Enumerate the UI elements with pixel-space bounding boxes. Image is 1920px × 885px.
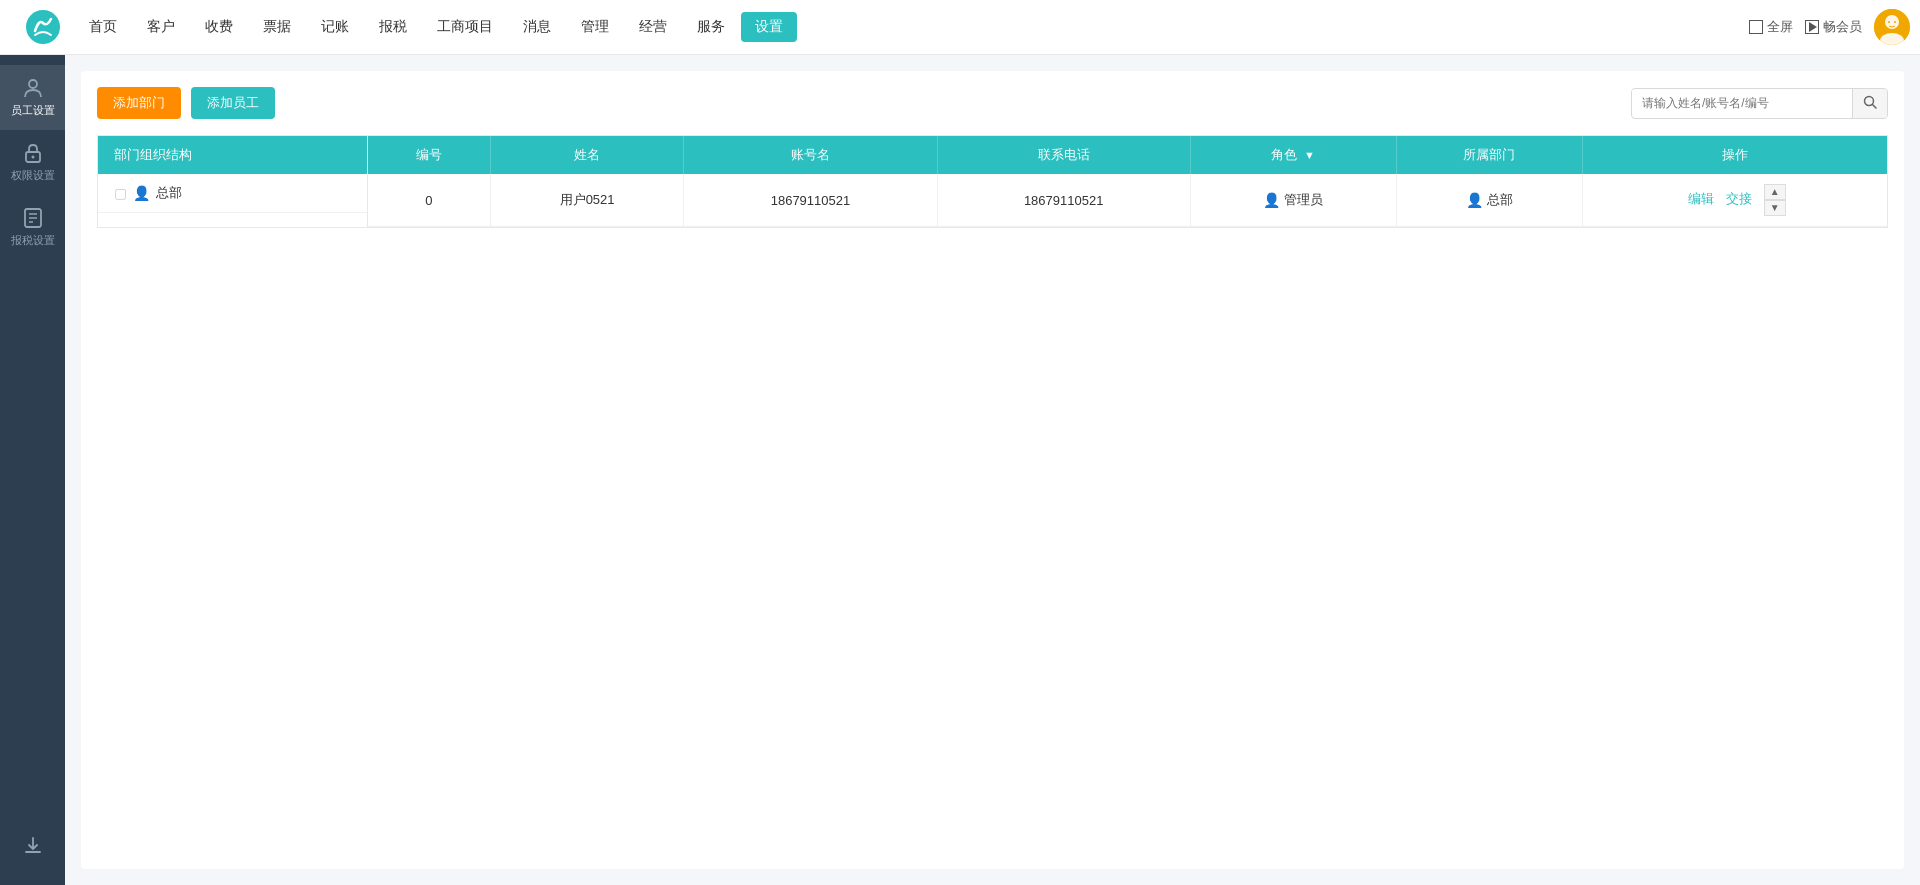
employee-icon bbox=[22, 77, 44, 99]
dept-tree-item-label: 总部 bbox=[156, 184, 182, 202]
transfer-button[interactable]: 交接 bbox=[1726, 191, 1752, 206]
fullscreen-button[interactable]: 全屏 bbox=[1749, 18, 1793, 36]
download-icon bbox=[22, 835, 44, 857]
table-row: 0 用户0521 18679110521 18679110521 👤 管理员 bbox=[368, 174, 1887, 227]
col-header-dept: 所属部门 bbox=[1396, 136, 1583, 174]
nav-item-tax[interactable]: 报税 bbox=[365, 12, 421, 42]
col-header-role[interactable]: 角色 ▼ bbox=[1190, 136, 1396, 174]
folder-icon: ▢ bbox=[114, 185, 127, 201]
sidebar-bottom bbox=[18, 823, 48, 885]
svg-point-8 bbox=[31, 156, 34, 159]
row-up-button[interactable]: ▲ bbox=[1764, 184, 1786, 200]
dept-user-icon: 👤 bbox=[133, 185, 150, 201]
add-department-button[interactable]: 添加部门 bbox=[97, 87, 181, 119]
svg-point-4 bbox=[1888, 21, 1890, 23]
svg-point-5 bbox=[1894, 21, 1896, 23]
tax-settings-icon bbox=[22, 207, 44, 229]
dept-label: 总部 bbox=[1487, 191, 1513, 209]
sidebar-item-employee[interactable]: 员工设置 bbox=[0, 65, 65, 130]
col-header-id: 编号 bbox=[368, 136, 490, 174]
content-inner: 添加部门 添加员工 部门组织结构 bbox=[81, 71, 1904, 869]
nav-item-customer[interactable]: 客户 bbox=[133, 12, 189, 42]
cell-id: 0 bbox=[368, 174, 490, 227]
left-sidebar: 员工设置 权限设置 报税设置 bbox=[0, 55, 65, 885]
sidebar-item-tax-settings[interactable]: 报税设置 bbox=[0, 195, 65, 260]
fullscreen-label: 全屏 bbox=[1767, 18, 1793, 36]
toolbar: 添加部门 添加员工 bbox=[97, 87, 1888, 119]
user-avatar[interactable] bbox=[1874, 9, 1910, 45]
nav-item-business[interactable]: 工商项目 bbox=[423, 12, 507, 42]
nav-item-operation[interactable]: 经营 bbox=[625, 12, 681, 42]
cell-role: 👤 管理员 bbox=[1190, 174, 1396, 227]
search-button[interactable] bbox=[1852, 89, 1887, 118]
emp-data-table: 编号 姓名 账号名 联系电话 角色 ▼ 所属部门 操作 bbox=[368, 136, 1887, 227]
svg-point-6 bbox=[29, 80, 37, 88]
cell-actions: 编辑 交接 ▲ ▼ bbox=[1583, 174, 1887, 227]
cell-dept: 👤 总部 bbox=[1396, 174, 1583, 227]
employee-table: 编号 姓名 账号名 联系电话 角色 ▼ 所属部门 操作 bbox=[368, 136, 1887, 227]
dept-user-icon: 👤 bbox=[1466, 192, 1483, 208]
content-area: 添加部门 添加员工 部门组织结构 bbox=[65, 55, 1920, 885]
nav-item-account[interactable]: 记账 bbox=[307, 12, 363, 42]
dept-tree-header: 部门组织结构 bbox=[98, 136, 367, 174]
dept-tree-item-root[interactable]: ▢ 👤 总部 bbox=[98, 174, 367, 213]
logo-icon bbox=[25, 9, 61, 45]
col-header-action: 操作 bbox=[1583, 136, 1887, 174]
svg-line-14 bbox=[1873, 104, 1877, 108]
sidebar-permission-label: 权限设置 bbox=[11, 168, 55, 183]
role-label: 管理员 bbox=[1284, 191, 1323, 209]
sidebar-tax-label: 报税设置 bbox=[11, 233, 55, 248]
sidebar-employee-label: 员工设置 bbox=[11, 103, 55, 118]
search-icon bbox=[1863, 95, 1877, 109]
row-scroll-controls: ▲ ▼ bbox=[1764, 184, 1786, 216]
sidebar-download-button[interactable] bbox=[18, 823, 48, 869]
col-header-account: 账号名 bbox=[684, 136, 937, 174]
edit-button[interactable]: 编辑 bbox=[1688, 191, 1714, 206]
member-button[interactable]: 畅会员 bbox=[1805, 18, 1862, 36]
top-nav: 首页 客户 收费 票据 记账 报税 工商项目 消息 管理 经营 服务 设置 全屏… bbox=[0, 0, 1920, 55]
table-header: 编号 姓名 账号名 联系电话 角色 ▼ 所属部门 操作 bbox=[368, 136, 1887, 174]
logo-area bbox=[10, 9, 75, 45]
nav-item-settings[interactable]: 设置 bbox=[741, 12, 797, 42]
nav-item-ticket[interactable]: 票据 bbox=[249, 12, 305, 42]
nav-items: 首页 客户 收费 票据 记账 报税 工商项目 消息 管理 经营 服务 设置 bbox=[75, 12, 1749, 42]
cell-account: 18679110521 bbox=[684, 174, 937, 227]
cell-phone: 18679110521 bbox=[937, 174, 1190, 227]
member-play-icon bbox=[1805, 20, 1819, 34]
sidebar-item-permission[interactable]: 权限设置 bbox=[0, 130, 65, 195]
search-input[interactable] bbox=[1632, 90, 1852, 116]
table-body: 0 用户0521 18679110521 18679110521 👤 管理员 bbox=[368, 174, 1887, 227]
nav-item-service[interactable]: 服务 bbox=[683, 12, 739, 42]
dept-tree: 部门组织结构 ▢ 👤 总部 bbox=[98, 136, 368, 227]
member-label: 畅会员 bbox=[1823, 18, 1862, 36]
nav-item-home[interactable]: 首页 bbox=[75, 12, 131, 42]
add-employee-button[interactable]: 添加员工 bbox=[191, 87, 275, 119]
nav-item-message[interactable]: 消息 bbox=[509, 12, 565, 42]
nav-item-fee[interactable]: 收费 bbox=[191, 12, 247, 42]
nav-right: 全屏 畅会员 bbox=[1749, 9, 1910, 45]
search-area bbox=[1631, 88, 1888, 119]
cell-name: 用户0521 bbox=[490, 174, 684, 227]
nav-item-manage[interactable]: 管理 bbox=[567, 12, 623, 42]
svg-point-0 bbox=[26, 10, 60, 44]
table-layout: 部门组织结构 ▢ 👤 总部 编号 姓名 账号名 bbox=[97, 135, 1888, 228]
col-header-name: 姓名 bbox=[490, 136, 684, 174]
col-header-phone: 联系电话 bbox=[937, 136, 1190, 174]
role-user-icon: 👤 bbox=[1263, 192, 1280, 208]
fullscreen-square-icon bbox=[1749, 20, 1763, 34]
role-filter-icon: ▼ bbox=[1304, 149, 1315, 161]
permission-icon bbox=[22, 142, 44, 164]
main-wrapper: 员工设置 权限设置 报税设置 bbox=[0, 55, 1920, 885]
row-down-button[interactable]: ▼ bbox=[1764, 200, 1786, 216]
